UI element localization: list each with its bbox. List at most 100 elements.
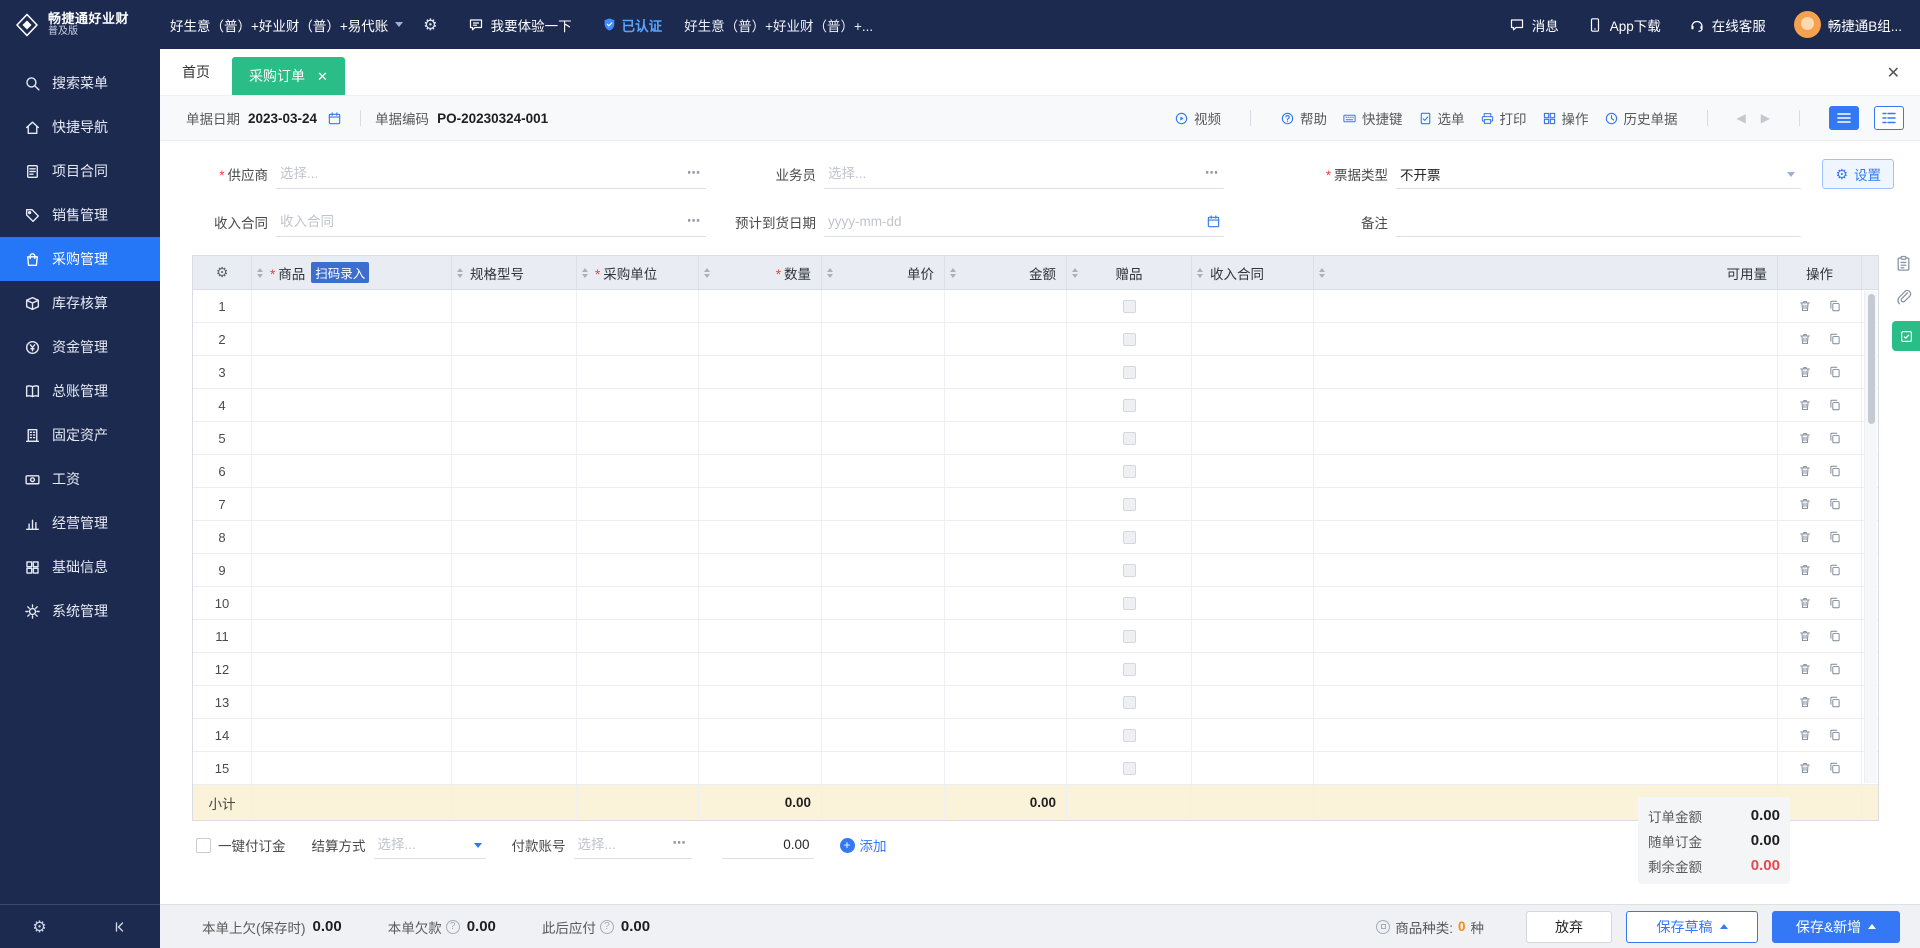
settle-method-select[interactable] (377, 837, 468, 852)
gift-checkbox[interactable] (1122, 563, 1136, 577)
attachment-icon[interactable] (1895, 288, 1912, 305)
cancel-button[interactable]: 放弃 (1526, 910, 1612, 943)
col-extra[interactable] (1314, 256, 1369, 289)
delete-row-icon[interactable] (1798, 497, 1812, 511)
next-doc-icon[interactable]: ▶ (1761, 111, 1770, 125)
cell-amount[interactable] (945, 587, 1067, 619)
collapse-sidebar-icon[interactable] (112, 919, 128, 935)
delete-row-icon[interactable] (1798, 332, 1812, 346)
cell-product[interactable] (252, 752, 452, 784)
cell-income-contract[interactable] (1192, 554, 1314, 586)
copy-row-icon[interactable] (1828, 497, 1842, 511)
cell-price[interactable] (822, 356, 945, 388)
scan-entry-button[interactable]: 扫码录入 (311, 262, 370, 283)
cell-qty[interactable] (699, 422, 822, 454)
delete-row-icon[interactable] (1798, 761, 1812, 775)
cell-product[interactable] (252, 653, 452, 685)
copy-row-icon[interactable] (1828, 299, 1842, 313)
cell-unit[interactable] (577, 587, 699, 619)
cell-spec[interactable] (452, 290, 577, 322)
sidebar-item-ledger[interactable]: 总账管理 (0, 369, 160, 413)
gift-checkbox[interactable] (1122, 497, 1136, 511)
cell-spec[interactable] (452, 323, 577, 355)
cell-unit[interactable] (577, 719, 699, 751)
supplier-picker-icon[interactable]: ⋯ (687, 165, 702, 181)
gift-checkbox[interactable] (1122, 464, 1136, 478)
hotkeys-button[interactable]: 快捷键 (1342, 108, 1403, 128)
copy-row-icon[interactable] (1828, 761, 1842, 775)
cell-income-contract[interactable] (1192, 620, 1314, 652)
cell-unit[interactable] (577, 422, 699, 454)
cell-income-contract[interactable] (1192, 422, 1314, 454)
delete-row-icon[interactable] (1798, 365, 1812, 379)
cell-income-contract[interactable] (1192, 752, 1314, 784)
cell-qty[interactable] (699, 521, 822, 553)
trial-button[interactable]: 我要体验一下 (468, 15, 572, 35)
cell-price[interactable] (822, 620, 945, 652)
sidebar-item-contract[interactable]: 项目合同 (0, 149, 160, 193)
cell-income-contract[interactable] (1192, 488, 1314, 520)
cell-income-contract[interactable] (1192, 455, 1314, 487)
prev-doc-icon[interactable]: ◀ (1737, 111, 1746, 125)
cell-qty[interactable] (699, 752, 822, 784)
cell-qty[interactable] (699, 488, 822, 520)
view-toggle-detail[interactable] (1874, 106, 1904, 130)
cell-qty[interactable] (699, 554, 822, 586)
cell-amount[interactable] (945, 719, 1067, 751)
view-toggle-table[interactable] (1829, 106, 1859, 130)
calendar-icon[interactable] (327, 111, 342, 126)
chevron-down-icon[interactable] (473, 843, 482, 848)
copy-row-icon[interactable] (1828, 464, 1842, 478)
cell-unit[interactable] (577, 389, 699, 421)
cell-product[interactable] (252, 521, 452, 553)
sidebar-item-search[interactable]: 搜索菜单 (0, 61, 160, 105)
online-service-button[interactable]: 在线客服 (1689, 15, 1766, 35)
cell-product[interactable] (252, 587, 452, 619)
col-spec[interactable]: 规格型号 (452, 256, 577, 289)
cell-unit[interactable] (577, 356, 699, 388)
sidebar-item-operations[interactable]: 经营管理 (0, 501, 160, 545)
col-qty[interactable]: 数量 (699, 256, 822, 289)
settings-button[interactable]: ⚙ 设置 (1822, 159, 1894, 189)
sidebar-item-funds[interactable]: 资金管理 (0, 325, 160, 369)
cell-qty[interactable] (699, 620, 822, 652)
sidebar-item-inventory[interactable]: 库存核算 (0, 281, 160, 325)
cell-spec[interactable] (452, 455, 577, 487)
chevron-down-icon[interactable] (1787, 172, 1795, 177)
gift-checkbox[interactable] (1122, 431, 1136, 445)
copy-row-icon[interactable] (1828, 398, 1842, 412)
cell-amount[interactable] (945, 554, 1067, 586)
cell-income-contract[interactable] (1192, 521, 1314, 553)
cell-qty[interactable] (699, 290, 822, 322)
sidebar-item-system[interactable]: 系统管理 (0, 589, 160, 633)
cell-spec[interactable] (452, 389, 577, 421)
help-button[interactable]: 帮助 (1280, 108, 1327, 128)
cell-income-contract[interactable] (1192, 290, 1314, 322)
cell-amount[interactable] (945, 422, 1067, 454)
gift-checkbox[interactable] (1122, 530, 1136, 544)
delete-row-icon[interactable] (1798, 431, 1812, 445)
cell-unit[interactable] (577, 455, 699, 487)
deposit-amount-input[interactable] (725, 837, 810, 852)
gift-checkbox[interactable] (1122, 332, 1136, 346)
sidebar-item-sales[interactable]: 销售管理 (0, 193, 160, 237)
cell-qty[interactable] (699, 356, 822, 388)
cell-spec[interactable] (452, 719, 577, 751)
cell-unit[interactable] (577, 554, 699, 586)
cell-unit[interactable] (577, 323, 699, 355)
cell-product[interactable] (252, 620, 452, 652)
cell-price[interactable] (822, 290, 945, 322)
remark-input[interactable] (1400, 214, 1781, 229)
cell-income-contract[interactable] (1192, 686, 1314, 718)
cell-amount[interactable] (945, 752, 1067, 784)
sidebar-item-assets[interactable]: 固定资产 (0, 413, 160, 457)
delete-row-icon[interactable] (1798, 662, 1812, 676)
one-click-deposit-checkbox[interactable] (196, 837, 211, 853)
cell-amount[interactable] (945, 521, 1067, 553)
cell-qty[interactable] (699, 323, 822, 355)
col-gift[interactable]: 赠品 (1067, 256, 1192, 289)
cell-amount[interactable] (945, 653, 1067, 685)
cell-spec[interactable] (452, 521, 577, 553)
cell-qty[interactable] (699, 587, 822, 619)
cell-spec[interactable] (452, 422, 577, 454)
